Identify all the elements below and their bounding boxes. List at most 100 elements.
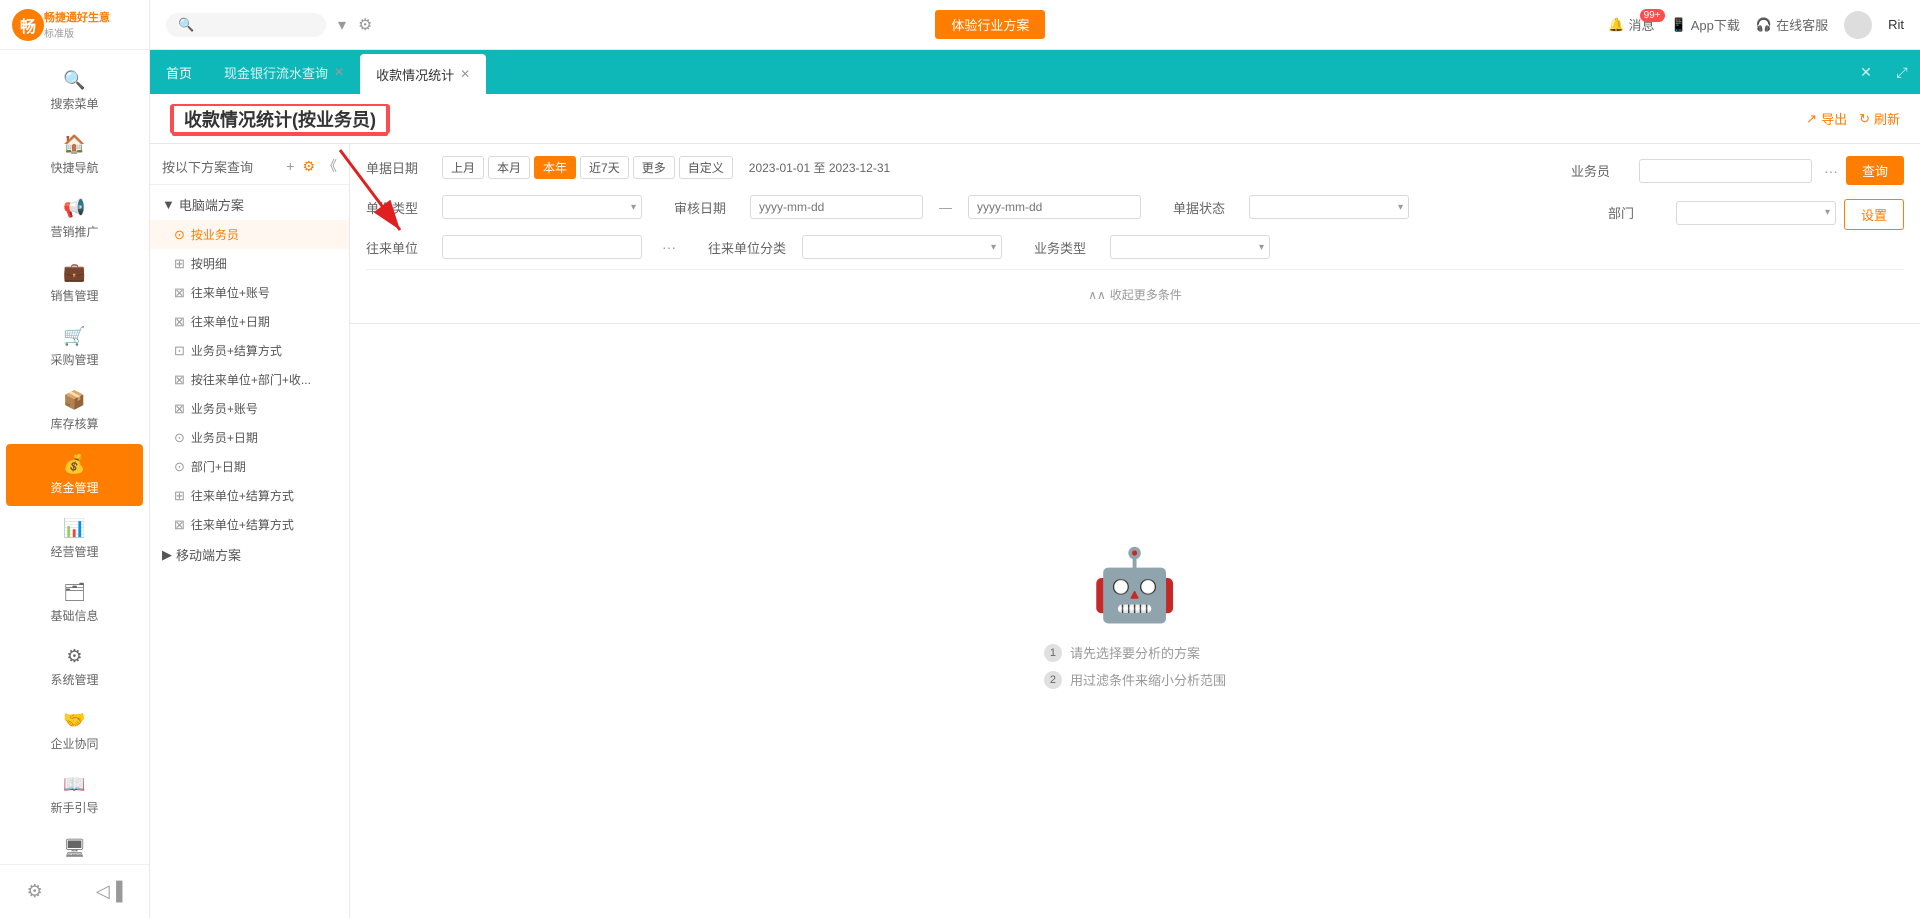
export-btn[interactable]: ↗ 导出 [1806, 109, 1847, 128]
topbar-search-box[interactable]: 🔍 [166, 13, 326, 37]
salesman-icon: ⊙ [174, 227, 185, 243]
collapse-footer-btn[interactable]: ◁▐ [90, 875, 129, 908]
partner-input[interactable] [442, 235, 642, 259]
topbar-gear-icon[interactable]: ⚙ [358, 15, 372, 35]
tree-item-unit-settle[interactable]: ⊞ 往来单位+结算方式 [150, 481, 349, 510]
tree-item-salesman-date[interactable]: ⊙ 业务员+日期 [150, 423, 349, 452]
tree-item-salesman-account[interactable]: ⊠ 业务员+账号 [150, 394, 349, 423]
tree-item-unit-account[interactable]: ⊠ 往来单位+账号 [150, 278, 349, 307]
sidebar-item-marketing-label: 营销推广 [50, 223, 98, 240]
tree-item-salesman-method[interactable]: ⊡ 业务员+结算方式 [150, 336, 349, 365]
date-btn-7days[interactable]: 近7天 [580, 156, 629, 179]
collapse-row: ∧∧ 收起更多条件 [366, 269, 1904, 311]
review-date-end-input[interactable] [968, 195, 1141, 219]
refresh-icon: ↻ [1859, 111, 1870, 127]
docstatus-label: 单据状态 [1173, 198, 1233, 217]
collapse-icon: ∧∧ [1088, 288, 1106, 302]
tabbar: 首页 现金银行流水查询 ✕ 收款情况统计 ✕ ✕ ⤢ [150, 50, 1920, 94]
unit-settle-icon: ⊞ [174, 488, 185, 504]
date-sep: — [939, 200, 952, 215]
date-btn-last-month[interactable]: 上月 [442, 156, 484, 179]
sidebar: 畅 畅捷通好生意 标准版 🔍 搜索菜单 🏠 快捷导航 📢 营销推广 💼 销售管理… [0, 0, 150, 918]
sidebar-item-guide-label: 新手引导 [50, 799, 98, 816]
sidebar-item-guide[interactable]: 📖 新手引导 [6, 764, 143, 826]
biztype-select[interactable] [1110, 235, 1270, 259]
tab-collection[interactable]: 收款情况统计 ✕ [360, 54, 486, 94]
tree-item-unit-dept-label: 按往来单位+部门+收... [191, 371, 311, 388]
sidebar-item-inventory[interactable]: 📦 库存核算 [6, 380, 143, 442]
sidebar-item-system-label: 系统管理 [50, 671, 98, 688]
topbar: 🔍 ▾ ⚙ 体验行业方案 🔔 消息 99+ 📱 App下载 🎧 在线客服 [150, 0, 1920, 50]
user-avatar[interactable] [1844, 11, 1872, 39]
setting-btn[interactable]: 设置 [1844, 199, 1904, 230]
docstatus-select[interactable] [1249, 195, 1409, 219]
dept-select[interactable] [1676, 201, 1836, 225]
dept-label: 部门 [1608, 203, 1668, 222]
export-label: 导出 [1821, 109, 1847, 128]
sidebar-item-sales[interactable]: 💼 销售管理 [6, 252, 143, 314]
sidebar-item-basic[interactable]: 🗂 基础信息 [6, 572, 143, 634]
filter-collapse-btn[interactable]: 《 [323, 156, 337, 176]
partner-dots-btn[interactable]: ··· [662, 239, 676, 255]
try-industry-btn[interactable]: 体验行业方案 [935, 10, 1045, 39]
sidebar-item-search[interactable]: 🔍 搜索菜单 [6, 60, 143, 122]
sidebar-item-system[interactable]: ⚙ 系统管理 [6, 636, 143, 698]
date-btn-custom[interactable]: 自定义 [679, 156, 733, 179]
logo-area: 畅 畅捷通好生意 标准版 [0, 0, 149, 50]
tree-item-by-salesman[interactable]: ⊙ 按业务员 [150, 220, 349, 249]
win-close-btn[interactable]: ✕ [1848, 50, 1884, 94]
bell-icon: 🔔 [1608, 17, 1624, 33]
salesman-date-icon: ⊙ [174, 430, 185, 446]
sidebar-item-finance-label: 资金管理 [50, 479, 98, 496]
date-btn-group: 上月 本月 本年 近7天 更多 自定义 [442, 156, 733, 179]
topbar-dropdown-icon[interactable]: ▾ [338, 15, 346, 35]
partner-type-select[interactable] [802, 235, 1002, 259]
salesman-dots-btn[interactable]: ··· [1824, 163, 1838, 179]
filter-header-title: 按以下方案查询 [162, 157, 286, 176]
date-btn-this-year[interactable]: 本年 [534, 156, 576, 179]
salesman-account-icon: ⊠ [174, 401, 185, 417]
tree-item-unit-settle2[interactable]: ⊠ 往来单位+结算方式 [150, 510, 349, 539]
sidebar-item-operation[interactable]: 📊 经营管理 [6, 508, 143, 570]
app-download-btn[interactable]: 📱 App下载 [1671, 15, 1740, 34]
tab-bank-close[interactable]: ✕ [334, 65, 344, 79]
query-btn[interactable]: 查询 [1846, 156, 1904, 185]
tree-item-by-detail[interactable]: ⊞ 按明细 [150, 249, 349, 278]
tab-home[interactable]: 首页 [150, 50, 208, 94]
date-btn-this-month[interactable]: 本月 [488, 156, 530, 179]
sidebar-item-purchase[interactable]: 🛒 采购管理 [6, 316, 143, 378]
sidebar-item-marketing[interactable]: 📢 营销推广 [6, 188, 143, 250]
collapse-label: 收起更多条件 [1110, 286, 1182, 303]
left-panel: 按以下方案查询 + ⚙ 《 ▼ 电脑端方案 ⊙ 按业务员 ⊞ [150, 144, 350, 918]
filter-settings-btn[interactable]: ⚙ [302, 158, 315, 175]
tree-item-unit-date[interactable]: ⊠ 往来单位+日期 [150, 307, 349, 336]
filter-add-btn[interactable]: + [286, 158, 294, 174]
tab-collection-close[interactable]: ✕ [460, 67, 470, 81]
online-service-btn[interactable]: 🎧 在线客服 [1756, 15, 1828, 34]
doctype-select[interactable] [442, 195, 642, 219]
sidebar-item-finance[interactable]: 💰 资金管理 [6, 444, 143, 506]
review-date-start-input[interactable] [750, 195, 923, 219]
notification-btn[interactable]: 🔔 消息 99+ [1608, 15, 1654, 34]
collapse-conditions-btn[interactable]: ∧∧ 收起更多条件 [1080, 278, 1190, 311]
salesman-input[interactable] [1639, 159, 1812, 183]
sidebar-item-hardware[interactable]: 🖥 智能硬件 [6, 828, 143, 864]
tree-item-unit-dept[interactable]: ⊠ 按往来单位+部门+收... [150, 365, 349, 394]
app-download-label: App下载 [1691, 15, 1740, 34]
tree-category-pc[interactable]: ▼ 电脑端方案 [150, 189, 349, 220]
tab-bank[interactable]: 现金银行流水查询 ✕ [208, 50, 360, 94]
settings-footer-btn[interactable]: ⚙ [21, 875, 49, 908]
tree-category-mobile[interactable]: ▶ 移动端方案 [150, 539, 349, 570]
hint-text-1: 请先选择要分析的方案 [1070, 643, 1200, 662]
date-btn-more[interactable]: 更多 [633, 156, 675, 179]
tree-item-dept-date[interactable]: ⊙ 部门+日期 [150, 452, 349, 481]
win-maximize-btn[interactable]: ⤢ [1884, 50, 1920, 94]
sidebar-item-quicknav-label: 快捷导航 [50, 159, 98, 176]
sidebar-item-quicknav[interactable]: 🏠 快捷导航 [6, 124, 143, 186]
sidebar-item-enterprise[interactable]: 🤝 企业协同 [6, 700, 143, 762]
dept-select-wrapper: ▾ [1676, 201, 1836, 225]
results-area: 🤖 1 请先选择要分析的方案 2 用过滤条件来缩小分析范围 [350, 324, 1920, 918]
logo-text-area: 畅捷通好生意 标准版 [44, 9, 110, 40]
window-controls: ✕ ⤢ [1848, 50, 1920, 94]
refresh-btn[interactable]: ↻ 刷新 [1859, 109, 1900, 128]
